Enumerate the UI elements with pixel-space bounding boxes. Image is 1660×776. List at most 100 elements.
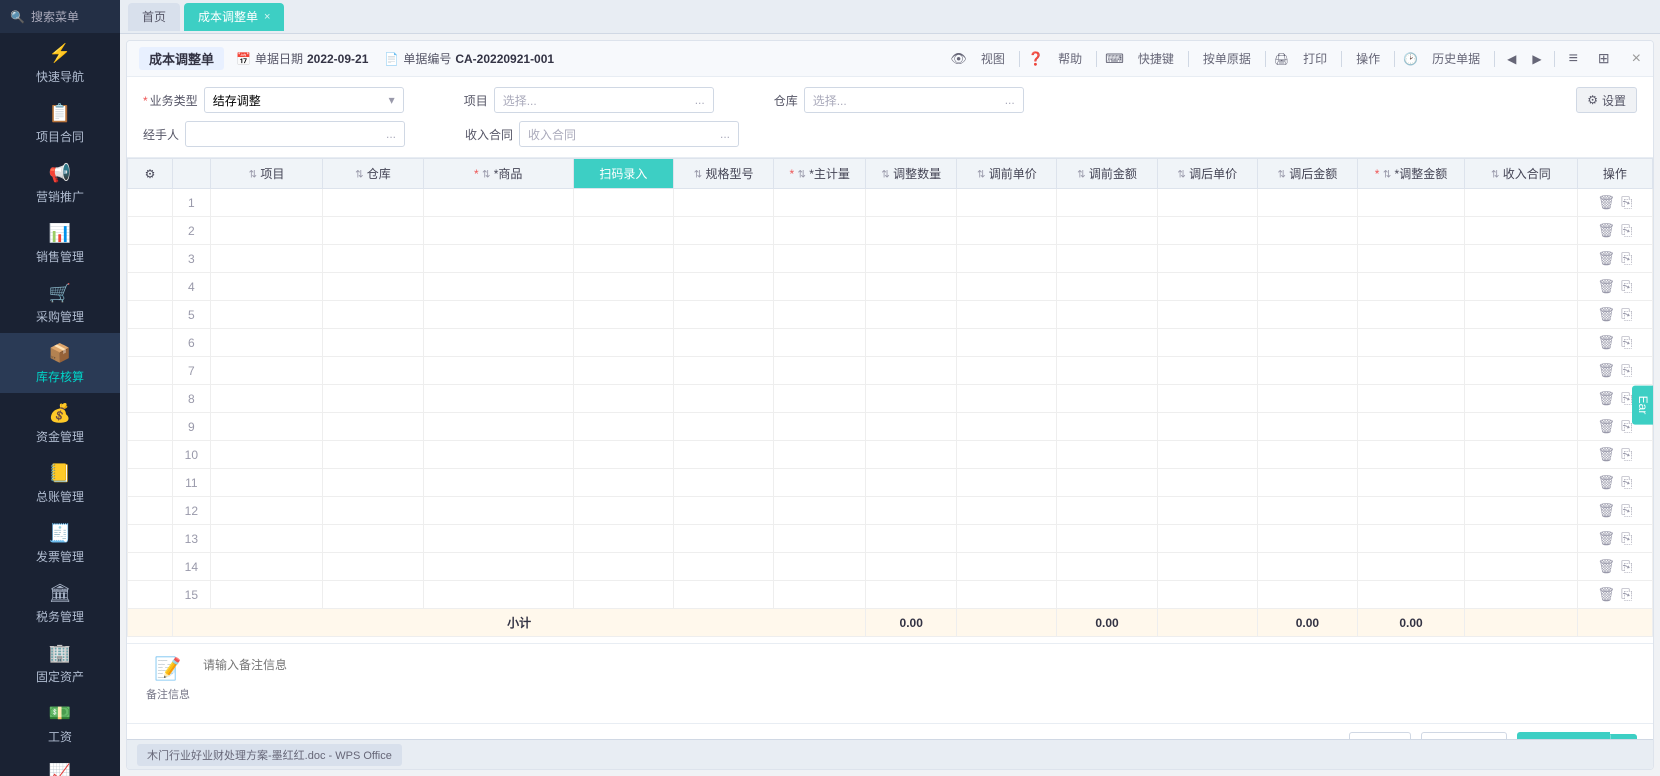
sidebar-item-operations[interactable]: 📈 经营管理 (0, 753, 120, 776)
sidebar-item-quick-nav[interactable]: ⚡ 快速导航 (0, 33, 120, 93)
delete-icon-12[interactable]: 🗑 (1597, 502, 1615, 519)
cell-warehouse-3[interactable] (323, 245, 423, 273)
cell-income-11[interactable] (1465, 469, 1578, 497)
cell-amt-after-14[interactable] (1257, 553, 1357, 581)
cell-warehouse-10[interactable] (323, 441, 423, 469)
cell-qty-4[interactable] (866, 273, 957, 301)
copy-icon-12[interactable]: ⎘ (1621, 502, 1632, 519)
sidebar-item-project-contract[interactable]: 📋 项目合同 (0, 93, 120, 153)
cell-project-6[interactable] (210, 329, 323, 357)
cell-spec-6[interactable] (674, 329, 774, 357)
cell-income-13[interactable] (1465, 525, 1578, 553)
cell-scan-7[interactable] (573, 357, 673, 385)
cell-spec-10[interactable] (674, 441, 774, 469)
cell-amt-after-15[interactable] (1257, 581, 1357, 609)
cell-income-14[interactable] (1465, 553, 1578, 581)
cell-unit-1[interactable] (774, 189, 866, 217)
cell-price-before-5[interactable] (957, 301, 1057, 329)
cell-adj-amt-5[interactable] (1358, 301, 1465, 329)
cell-unit-4[interactable] (774, 273, 866, 301)
cell-scan-3[interactable] (573, 245, 673, 273)
cell-unit-7[interactable] (774, 357, 866, 385)
cell-income-12[interactable] (1465, 497, 1578, 525)
copy-icon-8[interactable]: ⎘ (1621, 390, 1632, 407)
cell-price-before-2[interactable] (957, 217, 1057, 245)
cell-spec-8[interactable] (674, 385, 774, 413)
cell-unit-3[interactable] (774, 245, 866, 273)
toolbar-expand-view[interactable]: ⊞ (1592, 48, 1616, 69)
cell-price-before-6[interactable] (957, 329, 1057, 357)
cell-project-5[interactable] (210, 301, 323, 329)
cell-amt-before-6[interactable] (1057, 329, 1157, 357)
tab-cost-adjustment[interactable]: 成本调整单 × (184, 3, 284, 31)
sidebar-item-tax[interactable]: 🏛 税务管理 (0, 573, 120, 633)
cell-scan-1[interactable] (573, 189, 673, 217)
cell-qty-15[interactable] (866, 581, 957, 609)
cell-adj-amt-7[interactable] (1358, 357, 1465, 385)
cell-price-after-7[interactable] (1157, 357, 1257, 385)
cell-goods-9[interactable] (423, 413, 573, 441)
th-spec[interactable]: ⇅ 规格型号 (674, 159, 774, 189)
cell-income-4[interactable] (1465, 273, 1578, 301)
th-unit[interactable]: ⇅ *主计量 (774, 159, 866, 189)
cell-unit-9[interactable] (774, 413, 866, 441)
cell-warehouse-2[interactable] (323, 217, 423, 245)
cell-income-8[interactable] (1465, 385, 1578, 413)
toolbar-audit[interactable]: 按单原据 (1197, 48, 1257, 69)
cell-unit-13[interactable] (774, 525, 866, 553)
cell-warehouse-15[interactable] (323, 581, 423, 609)
th-amt-before[interactable]: ⇅ 调前金额 (1057, 159, 1157, 189)
cell-price-after-4[interactable] (1157, 273, 1257, 301)
cell-income-9[interactable] (1465, 413, 1578, 441)
cell-amt-after-5[interactable] (1257, 301, 1357, 329)
cell-income-5[interactable] (1465, 301, 1578, 329)
cell-spec-13[interactable] (674, 525, 774, 553)
cell-qty-10[interactable] (866, 441, 957, 469)
cell-unit-11[interactable] (774, 469, 866, 497)
cell-scan-15[interactable] (573, 581, 673, 609)
sidebar-item-sales-promotion[interactable]: 📢 营销推广 (0, 153, 120, 213)
cell-project-14[interactable] (210, 553, 323, 581)
cell-price-before-13[interactable] (957, 525, 1057, 553)
cell-spec-12[interactable] (674, 497, 774, 525)
th-qty[interactable]: ⇅ 调整数量 (866, 159, 957, 189)
delete-icon-2[interactable]: 🗑 (1597, 222, 1615, 239)
cell-unit-10[interactable] (774, 441, 866, 469)
cell-qty-8[interactable] (866, 385, 957, 413)
cell-qty-14[interactable] (866, 553, 957, 581)
toolbar-history[interactable]: 历史单据 (1426, 48, 1486, 69)
th-settings[interactable]: ⚙ (128, 159, 173, 189)
cell-unit-15[interactable] (774, 581, 866, 609)
cell-price-after-13[interactable] (1157, 525, 1257, 553)
cell-price-after-10[interactable] (1157, 441, 1257, 469)
cell-spec-4[interactable] (674, 273, 774, 301)
cell-price-before-4[interactable] (957, 273, 1057, 301)
cell-goods-15[interactable] (423, 581, 573, 609)
cell-amt-before-12[interactable] (1057, 497, 1157, 525)
cell-amt-after-6[interactable] (1257, 329, 1357, 357)
cell-warehouse-13[interactable] (323, 525, 423, 553)
delete-icon-13[interactable]: 🗑 (1597, 530, 1615, 547)
cell-price-before-10[interactable] (957, 441, 1057, 469)
cell-spec-2[interactable] (674, 217, 774, 245)
taskbar-file[interactable]: 木门行业好业财处理方案-墨红红.doc - WPS Office (137, 744, 402, 766)
cell-spec-15[interactable] (674, 581, 774, 609)
cell-price-before-8[interactable] (957, 385, 1057, 413)
cell-price-after-3[interactable] (1157, 245, 1257, 273)
cell-amt-after-12[interactable] (1257, 497, 1357, 525)
th-project[interactable]: ⇅ 项目 (210, 159, 323, 189)
cell-project-9[interactable] (210, 413, 323, 441)
cell-unit-6[interactable] (774, 329, 866, 357)
cell-income-7[interactable] (1465, 357, 1578, 385)
cell-amt-after-2[interactable] (1257, 217, 1357, 245)
cell-scan-5[interactable] (573, 301, 673, 329)
cell-price-after-6[interactable] (1157, 329, 1257, 357)
cell-price-before-14[interactable] (957, 553, 1057, 581)
th-warehouse[interactable]: ⇅ 仓库 (323, 159, 423, 189)
cell-qty-11[interactable] (866, 469, 957, 497)
cell-qty-12[interactable] (866, 497, 957, 525)
cell-warehouse-1[interactable] (323, 189, 423, 217)
copy-icon-9[interactable]: ⎘ (1621, 418, 1632, 435)
cell-warehouse-6[interactable] (323, 329, 423, 357)
cell-spec-9[interactable] (674, 413, 774, 441)
